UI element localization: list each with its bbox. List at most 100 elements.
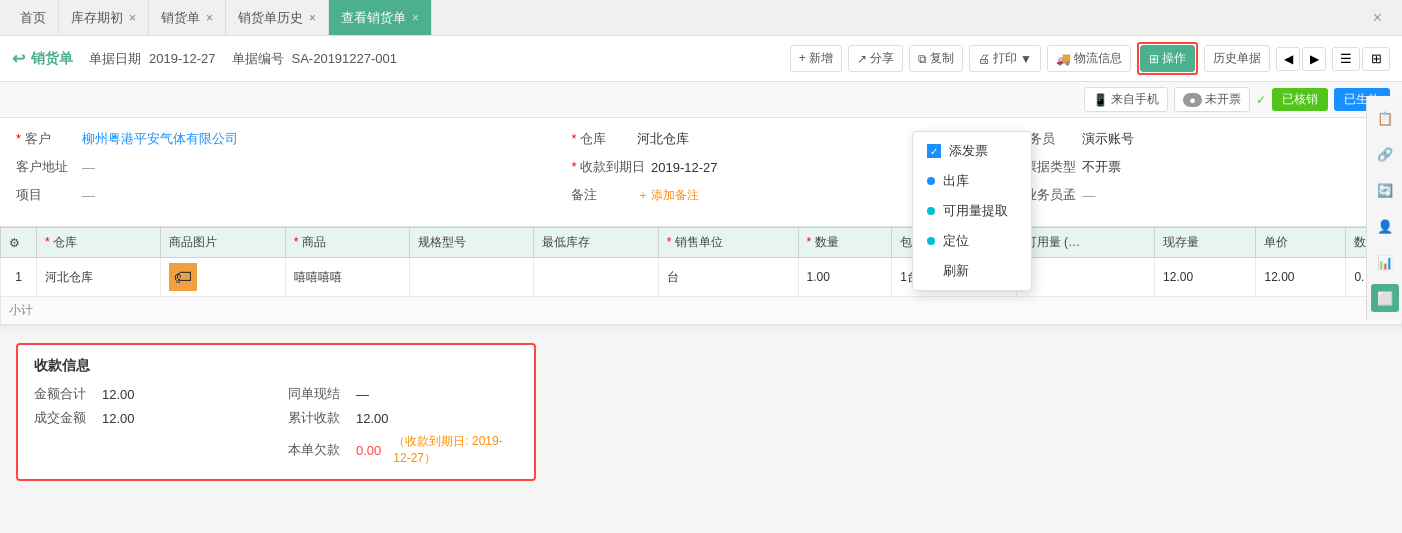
share-button[interactable]: ↗ 分享 [848,45,903,72]
history-button[interactable]: 历史单据 [1204,45,1270,72]
grid-icon: ⊞ [1149,52,1159,66]
locate-label: 定位 [943,232,969,250]
date-label: 单据日期 2019-12-27 [89,50,216,68]
col-img: 商品图片 [161,228,285,258]
panel-icon-4[interactable]: 👤 [1371,212,1399,240]
row-current: 12.00 [1155,258,1256,297]
not-invoiced-button[interactable]: ● 未开票 [1174,87,1250,112]
address-label: 客户地址 [16,158,76,176]
close-inventory-tab[interactable]: × [129,11,136,25]
tab-view-sales[interactable]: 查看销货单 × [329,0,432,35]
row-product: 嘻嘻嘻嘻 [285,258,409,297]
customer-value[interactable]: 柳州粤港平安气体有限公司 [82,130,238,148]
doc-header: ↩ 销货单 单据日期 2019-12-27 单据编号 SA-20191227-0… [0,36,1402,82]
staff-field: 业务员 演示账号 [1016,130,1386,148]
form-row-2: 客户地址 — 收款到期日 2019-12-27 票据类型 不开票 [16,158,1386,176]
phone-icon: 📱 [1093,93,1108,107]
prev-button[interactable]: ◀ [1276,47,1300,71]
owe-label: 本单欠款 [288,441,348,459]
payment-date-label: 收款到期日 [571,158,645,176]
outbound-item[interactable]: 出库 [913,166,1031,196]
refresh-label: 刷新 [943,262,969,280]
tab-sales[interactable]: 销货单 × [149,0,226,35]
row-min-stock [534,258,658,297]
col-price: 单价 [1256,228,1346,258]
staff-value: 演示账号 [1082,130,1134,148]
truck-icon: 🚚 [1056,52,1071,66]
status-badge: ● [1183,93,1202,107]
horizontal-scrollbar[interactable] [0,325,1402,333]
row-spec [410,258,534,297]
close-view-tab[interactable]: × [412,11,419,25]
col-available: 可用量 (… [1016,228,1154,258]
col-min-stock: 最低库存 [534,228,658,258]
close-sales-tab[interactable]: × [206,11,213,25]
print-icon: 🖨 [978,52,990,66]
copy-button[interactable]: ⧉ 复制 [909,45,963,72]
check-icon: ✓ [1256,93,1266,107]
table-container: ⚙ * 仓库 商品图片 * 商品 规格型号 最低库存 * 销售单位 * 数量 包… [0,227,1402,333]
from-phone-button[interactable]: 📱 来自手机 [1084,87,1168,112]
refresh-item[interactable]: 刷新 [913,256,1031,286]
doc-icon: ↩ [12,49,25,68]
close-window-button[interactable]: × [1361,9,1394,27]
address-field: 客户地址 — [16,158,571,176]
tab-sales-history[interactable]: 销货单历史 × [226,0,329,35]
transaction-label: 成交金额 [34,409,94,427]
products-table: ⚙ * 仓库 商品图片 * 商品 规格型号 最低库存 * 销售单位 * 数量 包… [0,227,1402,325]
subtotal-label: 小计 [1,297,1402,325]
tab-inventory[interactable]: 库存期初 × [59,0,149,35]
available-qty-item[interactable]: 可用量提取 [913,196,1031,226]
available-qty-dot [927,207,935,215]
toolbar: + 新增 ↗ 分享 ⧉ 复制 🖨 打印 ▼ 🚚 物流信息 ⊞ 操作 [790,42,1390,75]
available-qty-label: 可用量提取 [943,202,1008,220]
add-invoice-item[interactable]: ✓ 添发票 [913,136,1031,166]
locate-dot [927,237,935,245]
product-image: 🏷 [169,263,197,291]
col-current: 现存量 [1155,228,1256,258]
transaction-value: 12.00 [102,411,135,426]
col-product: * 商品 [285,228,409,258]
print-button[interactable]: 🖨 打印 ▼ [969,45,1041,72]
locate-item[interactable]: 定位 [913,226,1031,256]
add-invoice-label: 添发票 [949,142,988,160]
panel-icon-3[interactable]: 🔄 [1371,176,1399,204]
copy-icon: ⧉ [918,52,927,66]
summary-box: 收款信息 金额合计 12.00 同单现结 — 成交金额 12.00 累计收款 1… [16,343,536,481]
transaction-item: 成交金额 12.00 [34,409,264,427]
operation-dropdown: ✓ 添发票 出库 可用量提取 定位 刷新 [912,131,1032,291]
project-field: 项目 — [16,186,571,204]
add-note-button[interactable]: ＋ 添加备注 [637,187,699,204]
total-item: 金额合计 12.00 [34,385,264,403]
warehouse-value: 河北仓库 [637,130,689,148]
total-value: 12.00 [102,387,135,402]
warehouse-label: 仓库 [571,130,631,148]
close-history-tab[interactable]: × [309,11,316,25]
new-button[interactable]: + 新增 [790,45,842,72]
share-icon: ↗ [857,52,867,66]
operation-button[interactable]: ⊞ 操作 [1140,45,1195,72]
col-spec: 规格型号 [410,228,534,258]
add-invoice-checkbox[interactable]: ✓ [927,144,941,158]
logistics-button[interactable]: 🚚 物流信息 [1047,45,1131,72]
next-button[interactable]: ▶ [1302,47,1326,71]
col-qty: * 数量 [798,228,892,258]
cumulative-label: 累计收款 [288,409,348,427]
cumulative-value: 12.00 [356,411,389,426]
list-view-button[interactable]: ☰ [1332,47,1360,71]
nav-arrows: ◀ ▶ [1276,47,1326,71]
outbound-dot [927,177,935,185]
sub-toolbar: 📱 来自手机 ● 未开票 ✓ 已核销 已生效 [0,82,1402,118]
ticket-field: 票据类型 不开票 [1016,158,1386,176]
gear-icon[interactable]: ⚙ [9,236,20,250]
owe-note: （收款到期日: 2019-12-27） [393,433,518,467]
tab-home[interactable]: 首页 [8,0,59,35]
panel-icon-6[interactable]: ⬜ [1371,284,1399,312]
sold-button[interactable]: 已核销 [1272,88,1328,111]
panel-icon-5[interactable]: 📊 [1371,248,1399,276]
panel-icon-2[interactable]: 🔗 [1371,140,1399,168]
grid-view-button[interactable]: ⊞ [1362,47,1390,71]
panel-icon-1[interactable]: 📋 [1371,104,1399,132]
subtotal-row: 小计 [1,297,1402,325]
payment-date-value: 2019-12-27 [651,160,718,175]
